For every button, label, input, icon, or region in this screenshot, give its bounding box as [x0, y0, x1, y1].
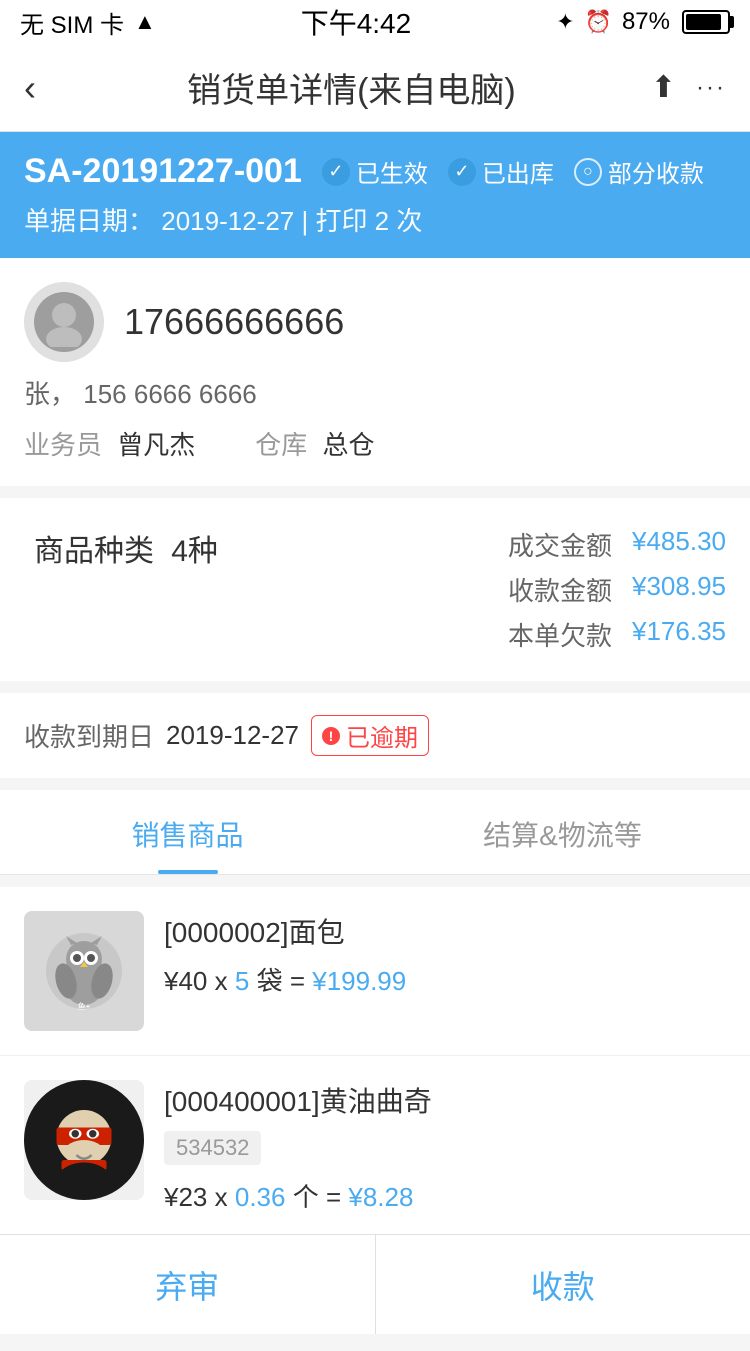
- received-label: 收款金额: [508, 571, 612, 608]
- print-info: | 打印 2 次: [301, 206, 422, 236]
- carrier-label: 无 SIM 卡: [20, 5, 124, 40]
- customer-sub: 张， 156 6666 6666: [24, 374, 726, 411]
- product-image-2: [24, 1080, 144, 1200]
- clock-icon: ○: [574, 158, 602, 186]
- summary-left: 商品种类 4种: [24, 526, 218, 570]
- warehouse-value: 总仓: [323, 430, 375, 460]
- product-qty-2: 0.36: [235, 1182, 286, 1212]
- status-right: ✦ ⏰ 87%: [556, 8, 730, 36]
- more-icon[interactable]: ···: [696, 74, 726, 102]
- nav-bar: ‹ 销货单详情(来自电脑) ⬆ ···: [0, 44, 750, 132]
- amount-value: ¥485.30: [632, 526, 726, 563]
- product-price-1: ¥40 x 5 袋 = ¥199.99: [164, 961, 726, 998]
- summary-section: 商品种类 4种 成交金额 ¥485.30 收款金额 ¥308.95 本单欠款 ¥…: [0, 498, 750, 681]
- tab-settlement[interactable]: 结算&物流等: [375, 790, 750, 874]
- status-badge-3: ○ 部分收款: [574, 154, 704, 189]
- product-price-2: ¥23 x 0.36 个 = ¥8.28: [164, 1177, 726, 1214]
- date-value: 2019-12-27: [161, 206, 294, 236]
- customer-row: 17666666666: [24, 282, 726, 362]
- sales-meta: 业务员 曾凡杰: [24, 425, 195, 462]
- nav-actions: ⬆ ···: [651, 70, 726, 105]
- order-id: SA-20191227-001: [24, 152, 302, 191]
- overdue-dot-icon: !: [322, 727, 340, 745]
- overdue-section: 收款到期日 2019-12-27 ! 已逾期: [0, 693, 750, 778]
- cancel-audit-button[interactable]: 弃审: [0, 1235, 376, 1334]
- status-badge-2: ✓ 已出库: [448, 154, 554, 189]
- battery-label: 87%: [622, 8, 670, 36]
- amount-row-3: 本单欠款 ¥176.35: [508, 616, 726, 653]
- overdue-badge: ! 已逾期: [311, 715, 429, 756]
- received-value: ¥308.95: [632, 571, 726, 608]
- summary-grid: 商品种类 4种 成交金额 ¥485.30 收款金额 ¥308.95 本单欠款 ¥…: [24, 526, 726, 653]
- product-list: 鱼+ [0000002]面包 ¥40 x 5 袋 = ¥199.99: [0, 887, 750, 1239]
- status-left: 无 SIM 卡 ▲: [20, 5, 156, 40]
- banner-row1: SA-20191227-001 ✓ 已生效 ✓ 已出库 ○ 部分收款: [24, 152, 726, 191]
- product-thumbnail-2: [24, 1080, 144, 1200]
- amount-row-1: 成交金额 ¥485.30: [508, 526, 726, 563]
- product-name-2: [000400001]黄油曲奇: [164, 1080, 726, 1120]
- debt-label: 本单欠款: [508, 616, 612, 653]
- list-item: [000400001]黄油曲奇 534532 ¥23 x 0.36 个 = ¥8…: [0, 1056, 750, 1239]
- product-total-1: ¥199.99: [312, 966, 406, 996]
- battery-icon: [682, 10, 730, 34]
- status-time: 下午4:42: [301, 2, 412, 42]
- product-info-1: [0000002]面包 ¥40 x 5 袋 = ¥199.99: [164, 911, 726, 998]
- debt-value: ¥176.35: [632, 616, 726, 653]
- list-item: 鱼+ [0000002]面包 ¥40 x 5 袋 = ¥199.99: [0, 887, 750, 1056]
- check-icon-1: ✓: [322, 158, 350, 186]
- sales-value: 曾凡杰: [117, 430, 195, 460]
- status-badge-1: ✓ 已生效: [322, 154, 428, 189]
- warehouse-meta: 仓库 总仓: [255, 425, 374, 462]
- back-button[interactable]: ‹: [24, 67, 36, 109]
- collect-payment-button[interactable]: 收款: [376, 1235, 750, 1334]
- product-sku-2: 534532: [164, 1131, 261, 1165]
- page-title: 销货单详情(来自电脑): [52, 63, 651, 112]
- avatar: [24, 282, 104, 362]
- overdue-date: 2019-12-27: [166, 720, 299, 751]
- type-label: 商品种类: [34, 535, 154, 568]
- product-thumbnail-1: 鱼+: [24, 911, 144, 1031]
- date-label: 单据日期：: [24, 206, 154, 236]
- banner-row2: 单据日期： 2019-12-27 | 打印 2 次: [24, 201, 726, 238]
- customer-meta: 业务员 曾凡杰 仓库 总仓: [24, 425, 726, 462]
- customer-alt-phone: 156 6666 6666: [83, 379, 257, 409]
- alarm-icon: ⏰: [585, 9, 612, 35]
- product-name-1: [0000002]面包: [164, 911, 726, 951]
- product-total-2: ¥8.28: [348, 1182, 413, 1212]
- warehouse-label: 仓库: [255, 430, 307, 460]
- overdue-label: 收款到期日: [24, 717, 154, 754]
- svg-text:鱼+: 鱼+: [78, 1001, 91, 1011]
- sales-label: 业务员: [24, 430, 102, 460]
- summary-right: 成交金额 ¥485.30 收款金额 ¥308.95 本单欠款 ¥176.35: [508, 526, 726, 653]
- tab-products[interactable]: 销售商品: [0, 790, 375, 874]
- location-icon: ✦: [556, 9, 574, 35]
- product-qty-1: 5: [235, 966, 249, 996]
- product-image-1: 鱼+: [24, 911, 144, 1031]
- amount-label: 成交金额: [508, 526, 612, 563]
- overdue-text: 已逾期: [346, 718, 418, 753]
- wifi-icon: ▲: [134, 9, 156, 35]
- tabs-section: 销售商品 结算&物流等: [0, 790, 750, 875]
- bottom-bar: 弃审 收款: [0, 1234, 750, 1334]
- check-icon-2: ✓: [448, 158, 476, 186]
- customer-section: 17666666666 张， 156 6666 6666 业务员 曾凡杰 仓库 …: [0, 258, 750, 486]
- share-icon[interactable]: ⬆: [651, 70, 676, 105]
- amount-row-2: 收款金额 ¥308.95: [508, 571, 726, 608]
- customer-phone: 17666666666: [124, 301, 344, 343]
- customer-name: 张，: [24, 379, 76, 409]
- avatar-icon: [39, 297, 89, 347]
- type-value: 4种: [171, 535, 218, 568]
- header-banner: SA-20191227-001 ✓ 已生效 ✓ 已出库 ○ 部分收款 单据日期：…: [0, 132, 750, 258]
- status-bar: 无 SIM 卡 ▲ 下午4:42 ✦ ⏰ 87%: [0, 0, 750, 44]
- product-info-2: [000400001]黄油曲奇 534532 ¥23 x 0.36 个 = ¥8…: [164, 1080, 726, 1214]
